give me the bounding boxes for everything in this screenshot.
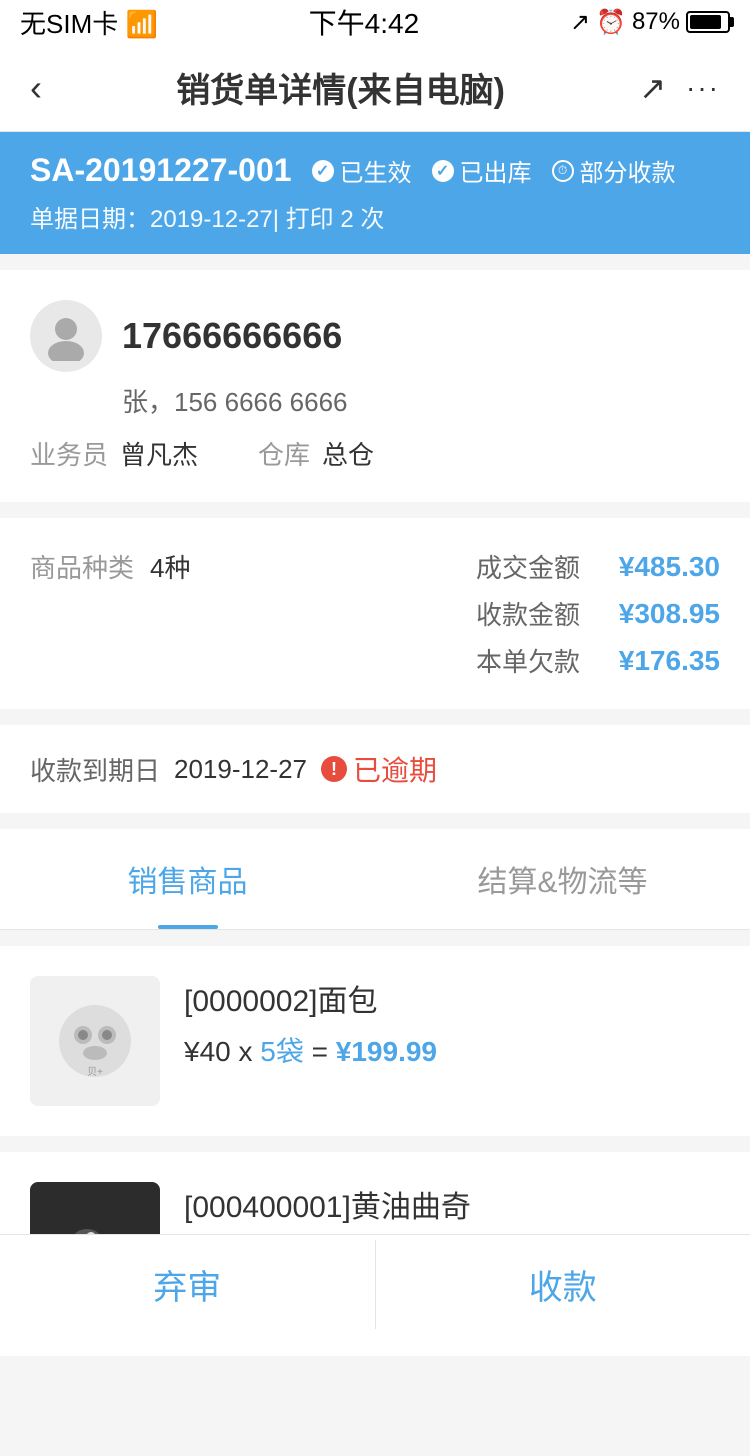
customer-name-phone: 张，156 6666 6666 [122, 382, 720, 419]
product-item: 贝+ [0000002]面包 ¥40 x 5袋 = ¥199.99 [0, 946, 750, 1136]
share-button[interactable]: ↗ [639, 69, 666, 107]
product-info-1: [0000002]面包 ¥40 x 5袋 = ¥199.99 [184, 976, 720, 1070]
status-right: ↗ ⏰ 87% [570, 8, 730, 37]
tab-settlement-label: 结算&物流等 [477, 866, 647, 899]
customer-info-row: 业务员 曾凡杰 仓库 总仓 [30, 435, 720, 472]
deal-amount-value: ¥485.30 [600, 551, 720, 583]
status-effective: ✓ 已生效 [312, 153, 412, 188]
overdue-badge: ! 已逾期 [321, 749, 437, 789]
product-price-1: ¥40 x [184, 1036, 260, 1067]
banner-row1: SA-20191227-001 ✓ 已生效 ✓ 已出库 ⏱ 部分收款 [30, 152, 720, 189]
product-eq-1: = [304, 1036, 336, 1067]
debt-amount-row: 本单欠款 ¥176.35 [440, 642, 720, 679]
overdue-text: 已逾期 [353, 749, 437, 789]
tab-sales-products-label: 销售商品 [128, 866, 248, 899]
customer-section: 17666666666 张，156 6666 6666 业务员 曾凡杰 仓库 总… [0, 270, 750, 502]
customer-row: 17666666666 [30, 300, 720, 372]
tab-settlement[interactable]: 结算&物流等 [375, 829, 750, 929]
alarm-icon: ⏰ [596, 8, 626, 37]
customer-phone: 17666666666 [122, 315, 342, 357]
product-qty-1: 5袋 [260, 1036, 304, 1067]
product-total-1: ¥199.99 [336, 1036, 437, 1067]
clock-icon: ⏱ [552, 160, 574, 182]
debt-amount-value: ¥176.35 [600, 645, 720, 677]
debt-amount-label: 本单欠款 [440, 642, 580, 679]
status-shipped-label: 已出库 [460, 153, 532, 188]
stats-section: 商品种类 4种 成交金额 ¥485.30 收款金额 ¥308.95 本单欠款 ¥… [0, 518, 750, 709]
deal-amount-row: 成交金额 ¥485.30 [440, 548, 720, 585]
received-amount-row: 收款金额 ¥308.95 [440, 595, 720, 632]
product-name-2: [000400001]黄油曲奇 [184, 1182, 720, 1226]
sales-label: 业务员 [30, 435, 108, 472]
product-price-row-1: ¥40 x 5袋 = ¥199.99 [184, 1030, 720, 1070]
stats-left: 商品种类 4种 [30, 548, 190, 585]
product-type-row: 商品种类 4种 [30, 548, 190, 585]
due-label: 收款到期日 [30, 751, 160, 788]
status-shipped: ✓ 已出库 [432, 153, 532, 188]
status-effective-label: 已生效 [340, 153, 412, 188]
warehouse-value: 总仓 [322, 435, 374, 472]
received-amount-value: ¥308.95 [600, 598, 720, 630]
sales-value: 曾凡杰 [120, 435, 198, 472]
back-button[interactable]: ‹ [30, 67, 42, 109]
status-partial-label: 部分收款 [580, 153, 676, 188]
order-banner: SA-20191227-001 ✓ 已生效 ✓ 已出库 ⏱ 部分收款 单据日期：… [0, 132, 750, 254]
page-title: 销货单详情(来自电脑) [176, 63, 505, 112]
tab-sales-products[interactable]: 销售商品 [0, 829, 375, 929]
doc-date-label: 单据日期： [30, 206, 150, 233]
product-thumb-1: 贝+ [30, 976, 160, 1106]
stats-right: 成交金额 ¥485.30 收款金额 ¥308.95 本单欠款 ¥176.35 [440, 548, 720, 679]
battery-icon [686, 11, 730, 33]
confirm-button[interactable]: 收款 [376, 1240, 750, 1329]
status-time: 下午4:42 [309, 2, 420, 42]
due-section: 收款到期日 2019-12-27 ! 已逾期 [0, 725, 750, 813]
sales-person-item: 业务员 曾凡杰 [30, 435, 198, 472]
more-button[interactable]: ··· [686, 72, 720, 104]
nav-bar: ‹ 销货单详情(来自电脑) ↗ ··· [0, 44, 750, 132]
product-type-count: 4种 [150, 548, 190, 585]
bottom-bar: 弃审 收款 [0, 1234, 750, 1334]
warehouse-label: 仓库 [258, 435, 310, 472]
status-network: 无SIM卡 📶 [20, 4, 158, 41]
overdue-icon: ! [321, 756, 347, 782]
cancel-button[interactable]: 弃审 [0, 1240, 376, 1329]
deal-amount-label: 成交金额 [440, 548, 580, 585]
print-info: | 打印 2 次 [273, 206, 385, 233]
tabs-section: 销售商品 结算&物流等 [0, 829, 750, 930]
status-partial: ⏱ 部分收款 [552, 153, 676, 188]
order-id: SA-20191227-001 [30, 152, 292, 189]
avatar [30, 300, 102, 372]
product-name-1: [0000002]面包 [184, 976, 720, 1020]
warehouse-item: 仓库 总仓 [258, 435, 374, 472]
nav-actions: ↗ ··· [639, 69, 720, 107]
product-type-label: 商品种类 [30, 548, 134, 585]
check-icon-1: ✓ [312, 160, 334, 182]
status-bar: 无SIM卡 📶 下午4:42 ↗ ⏰ 87% [0, 0, 750, 44]
svg-text:贝+: 贝+ [87, 1066, 103, 1078]
received-amount-label: 收款金额 [440, 595, 580, 632]
doc-date: 2019-12-27 [150, 206, 273, 233]
due-date-value: 2019-12-27 [174, 754, 307, 785]
battery-percent: 87% [632, 8, 680, 36]
check-icon-2: ✓ [432, 160, 454, 182]
banner-row2: 单据日期：2019-12-27| 打印 2 次 [30, 199, 720, 234]
location-icon: ↗ [570, 8, 590, 37]
